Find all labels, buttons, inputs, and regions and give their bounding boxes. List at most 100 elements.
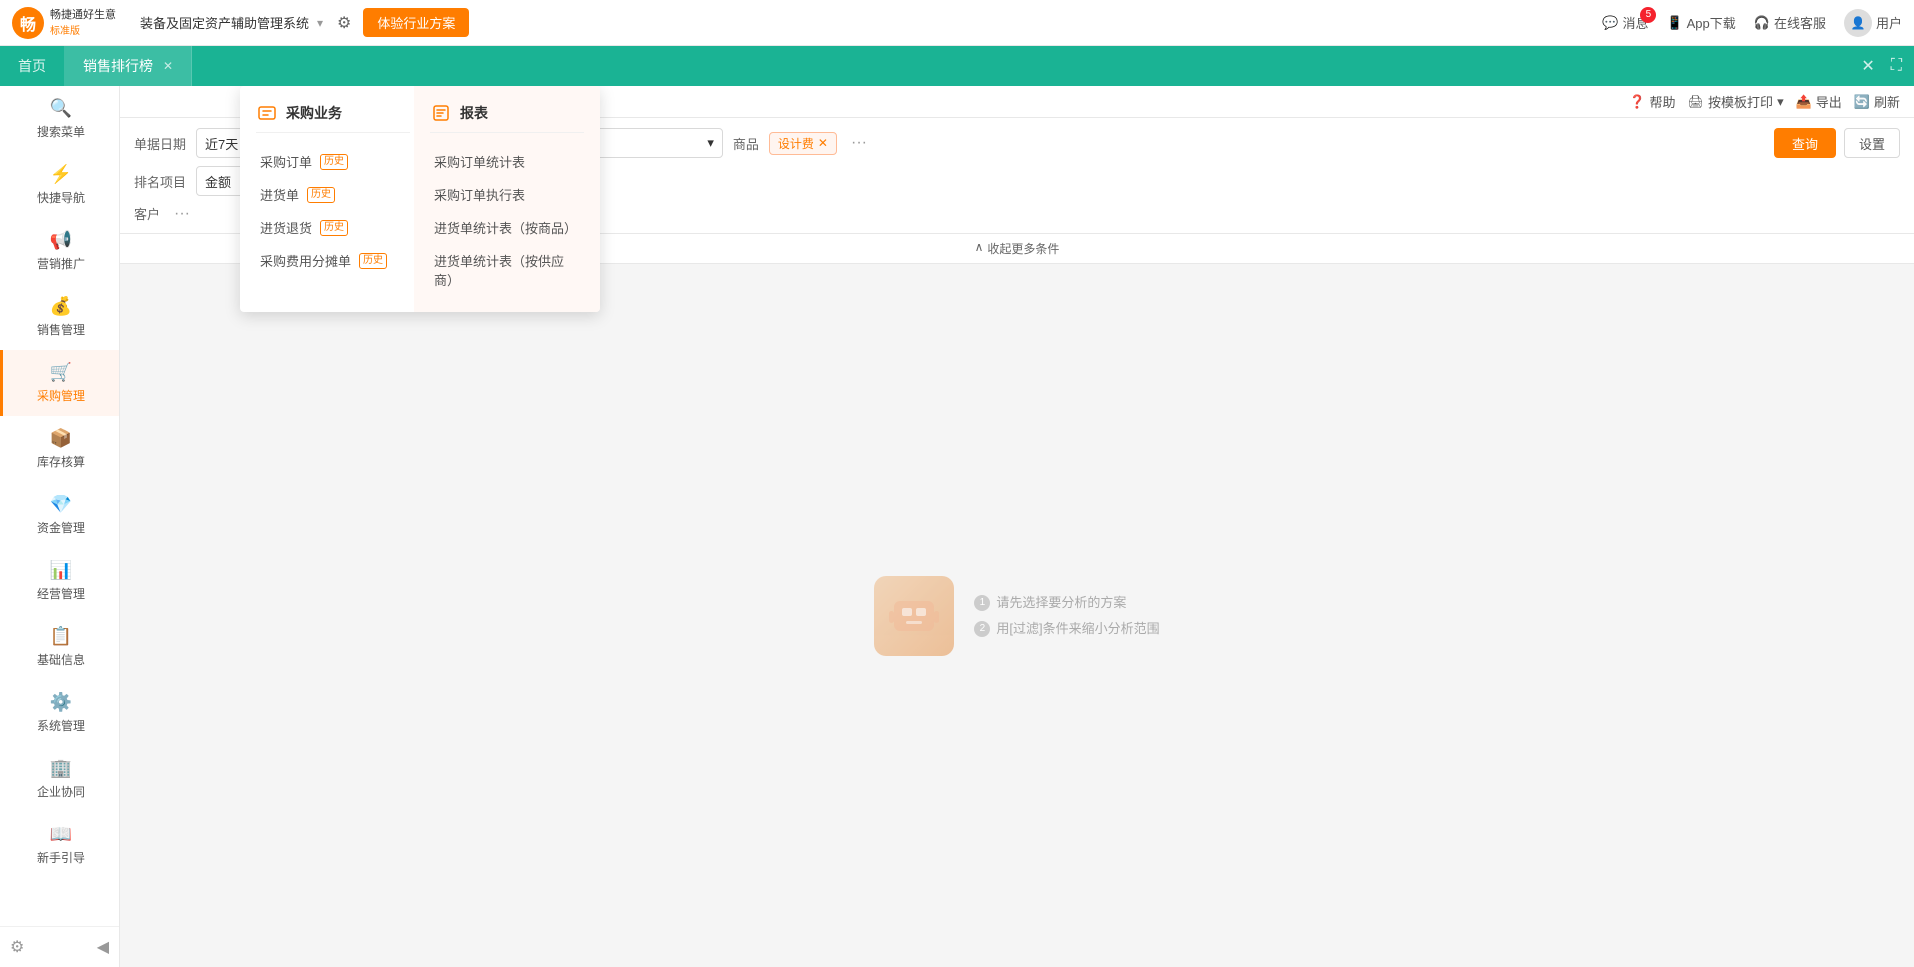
sidebar-item-guide[interactable]: 📖 新手引导 (0, 812, 119, 878)
user-action[interactable]: 👤 用户 (1844, 9, 1902, 37)
sidebar-item-marketing[interactable]: 📢 营销推广 (0, 218, 119, 284)
sidebar-item-quick-nav[interactable]: ⚡ 快捷导航 (0, 152, 119, 218)
message-badge: 5 (1640, 7, 1656, 23)
app-download-action[interactable]: 📱 App下载 (1666, 13, 1735, 32)
sidebar-item-operations[interactable]: 📊 经营管理 (0, 548, 119, 614)
marketing-icon: 📢 (50, 230, 72, 251)
report-col-icon (430, 102, 452, 124)
report-col-title: 报表 (460, 103, 488, 123)
dropdown-item-report-1[interactable]: 采购订单统计表 (430, 145, 584, 178)
sidebar-item-search-menu[interactable]: 🔍 搜索菜单 (0, 86, 119, 152)
purchase-col: 采购业务 采购订单 历史 进货单 历史 进货退货 历史 采购费用分摊单 历史 (256, 102, 410, 296)
sidebar-label-sales-mgmt: 销售管理 (37, 321, 85, 338)
tab-close-icon[interactable]: ✕ (163, 59, 173, 73)
sidebar-item-enterprise[interactable]: 🏢 企业协同 (0, 746, 119, 812)
print-icon: 🖨 (1688, 94, 1705, 110)
purchase-col-title: 采购业务 (286, 103, 342, 123)
refresh-btn[interactable]: 🔄 刷新 (1854, 92, 1900, 111)
rank-value: 金额 (205, 172, 231, 191)
logo-icon: 畅 (12, 7, 44, 39)
nav-tabs: 首页 销售排行榜 ✕ ✕ ⛶ (0, 46, 1914, 86)
fee-history-badge: 历史 (359, 253, 387, 269)
print-template-btn[interactable]: 🖨 按模板打印 ▾ (1688, 92, 1784, 111)
message-icon: 💬 (1602, 15, 1618, 31)
purchase-col-header: 采购业务 (256, 102, 410, 133)
dropdown-item-fee[interactable]: 采购费用分摊单 历史 (256, 244, 410, 277)
industry-btn[interactable]: 体验行业方案 (363, 8, 469, 37)
sidebar-label-basic-info: 基础信息 (37, 651, 85, 668)
return-label: 进货退货 (260, 218, 312, 237)
report-col-header: 报表 (430, 102, 584, 133)
main-layout: 🔍 搜索菜单 ⚡ 快捷导航 📢 营销推广 💰 销售管理 🛒 采购管理 📦 库存核… (0, 86, 1914, 967)
sidebar-label-finance: 资金管理 (37, 519, 85, 536)
report-3-label: 进货单统计表（按商品） (434, 218, 577, 237)
search-menu-icon: 🔍 (50, 98, 72, 119)
purchase-order-label: 采购订单 (260, 152, 312, 171)
purchase-order-history-badge: 历史 (320, 154, 348, 170)
sidebar-item-basic-info[interactable]: 📋 基础信息 (0, 614, 119, 680)
tab-home[interactable]: 首页 (0, 46, 65, 86)
goods-more-icon[interactable]: ··· (851, 134, 867, 152)
tab-close-window-icon[interactable]: ✕ (1857, 52, 1878, 80)
status-select[interactable]: ▾ (583, 128, 723, 158)
refresh-icon: 🔄 (1854, 94, 1870, 110)
tab-maximize-icon[interactable]: ⛶ (1887, 53, 1906, 79)
empty-hints: 1 请先选择要分析的方案 2 用[过滤]条件来缩小分析范围 (974, 590, 1159, 642)
collapse-text: 收起更多条件 (987, 240, 1059, 257)
sidebar-item-sales-mgmt[interactable]: 💰 销售管理 (0, 284, 119, 350)
customer-more-icon[interactable]: ··· (174, 205, 190, 223)
export-icon: 📤 (1796, 94, 1812, 110)
dropdown-item-purchase-order[interactable]: 采购订单 历史 (256, 145, 410, 178)
inventory-icon: 📦 (50, 428, 72, 449)
operations-icon: 📊 (50, 560, 72, 581)
phone-icon: 📱 (1666, 15, 1682, 31)
incoming-label: 进货单 (260, 185, 299, 204)
date-shortcut-7days[interactable]: 近7天 (205, 134, 238, 153)
system-name: 装备及固定资产辅助管理系统 (140, 13, 309, 32)
online-service-action[interactable]: 🎧 在线客服 (1754, 13, 1826, 32)
return-history-badge: 历史 (320, 220, 348, 236)
finance-icon: 💎 (50, 494, 72, 515)
goods-label: 商品 (733, 134, 759, 153)
goods-tag-remove-icon[interactable]: ✕ (818, 136, 828, 150)
sidebar-label-guide: 新手引导 (37, 849, 85, 866)
query-btn[interactable]: 查询 (1774, 128, 1836, 158)
headset-icon: 🎧 (1754, 15, 1770, 31)
quick-nav-icon: ⚡ (50, 164, 72, 185)
sidebar-item-inventory[interactable]: 📦 库存核算 (0, 416, 119, 482)
sidebar-label-purchase-mgmt: 采购管理 (37, 387, 85, 404)
sidebar-item-purchase-mgmt[interactable]: 🛒 采购管理 (0, 350, 119, 416)
export-btn[interactable]: 📤 导出 (1796, 92, 1842, 111)
goods-tag[interactable]: 设计费 ✕ (769, 132, 837, 155)
fee-label: 采购费用分摊单 (260, 251, 351, 270)
chevron-down-icon[interactable]: ▾ (317, 16, 323, 30)
settings-gear-icon[interactable]: ⚙ (337, 13, 351, 33)
collapse-icon: ∧ (975, 240, 984, 257)
help-btn[interactable]: ❓ 帮助 (1629, 92, 1675, 111)
hint-text-1: 请先选择要分析的方案 (996, 590, 1126, 616)
sales-rank-tab-label: 销售排行榜 (83, 56, 153, 76)
dropdown-item-incoming[interactable]: 进货单 历史 (256, 178, 410, 211)
customer-label: 客户 (134, 204, 160, 223)
empty-illustration (874, 576, 954, 656)
sidebar-item-system-mgmt[interactable]: ⚙️ 系统管理 (0, 680, 119, 746)
dropdown-item-report-4[interactable]: 进货单统计表（按供应商） (430, 244, 584, 296)
sidebar-settings-btn[interactable]: ⚙ (10, 937, 24, 957)
dropdown-item-report-3[interactable]: 进货单统计表（按商品） (430, 211, 584, 244)
incoming-history-badge: 历史 (307, 187, 335, 203)
sidebar-collapse-btn[interactable]: ◀ (97, 937, 109, 957)
rank-label: 排名项目 (134, 172, 186, 191)
settings-btn[interactable]: 设置 (1844, 128, 1900, 158)
sales-icon: 💰 (50, 296, 72, 317)
sidebar-item-finance[interactable]: 💎 资金管理 (0, 482, 119, 548)
avatar: 👤 (1844, 9, 1872, 37)
sidebar-label-system-mgmt: 系统管理 (37, 717, 85, 734)
report-col: 报表 采购订单统计表 采购订单执行表 进货单统计表（按商品） 进货单统计表（按供… (414, 86, 600, 312)
dropdown-item-report-2[interactable]: 采购订单执行表 (430, 178, 584, 211)
help-icon: ❓ (1629, 94, 1645, 110)
tab-sales-rank[interactable]: 销售排行榜 ✕ (65, 46, 192, 86)
dropdown-item-return[interactable]: 进货退货 历史 (256, 211, 410, 244)
content-area: ❓ 帮助 🖨 按模板打印 ▾ 📤 导出 🔄 刷新 单据日期 (120, 86, 1914, 967)
message-action[interactable]: 💬 消息 5 (1602, 13, 1648, 32)
print-chevron-icon: ▾ (1777, 94, 1784, 110)
